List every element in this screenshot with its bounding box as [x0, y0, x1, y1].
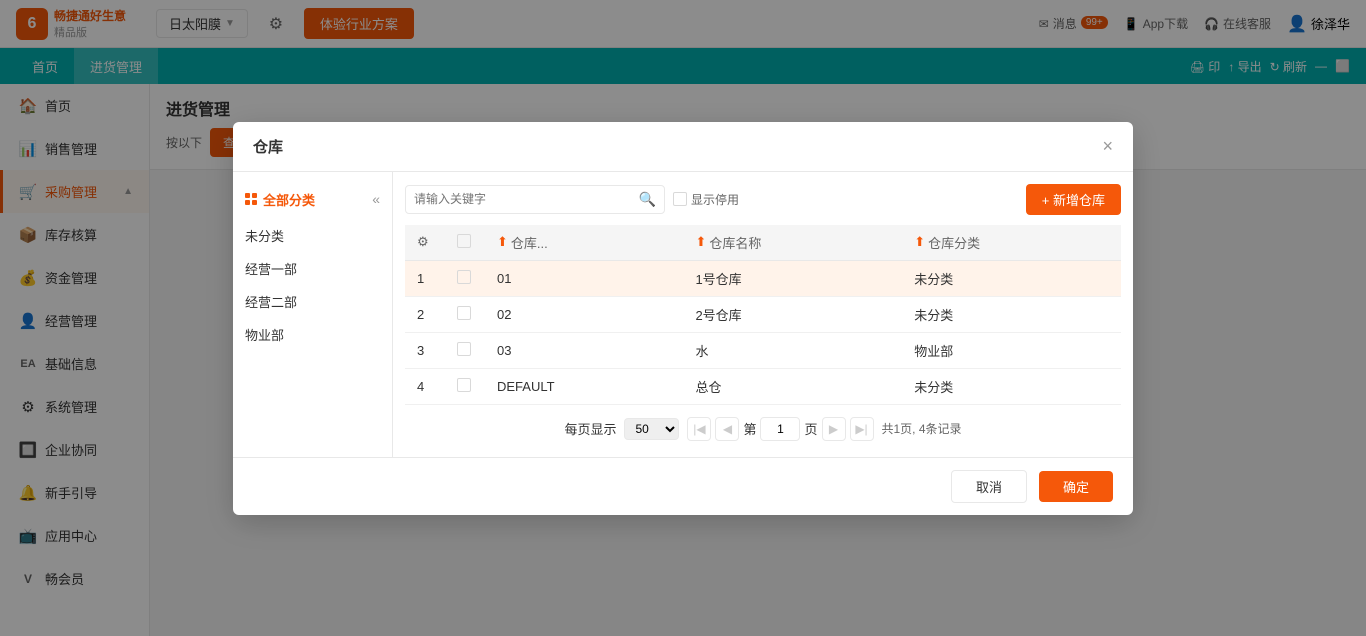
th-name: ⬆ 仓库名称	[683, 225, 902, 261]
table-body: 1 01 1号仓库 未分类 2 02 2号仓库 未分类 3 03 水 物业部 4…	[405, 260, 1121, 404]
table-row[interactable]: 1 01 1号仓库 未分类	[405, 260, 1121, 296]
page-navigation: |◀ ◀ 第 页 ▶ ▶|	[687, 417, 873, 441]
next-page-button[interactable]: ▶	[822, 417, 846, 441]
sort-icon: ⬆	[497, 234, 508, 250]
sort-icon-cat: ⬆	[914, 234, 925, 250]
row-name: 水	[683, 332, 902, 368]
category-item-unclassified[interactable]: 未分类	[233, 219, 392, 252]
grid-icon	[245, 193, 257, 205]
row-code: 01	[485, 260, 683, 296]
row-name: 1号仓库	[683, 260, 902, 296]
row-code: DEFAULT	[485, 368, 683, 404]
warehouse-table: ⚙ ⬆ 仓库...	[405, 225, 1121, 405]
warehouse-modal: 仓库 × 全部分类 « 未分类 经营一部 经营二部 物业部	[233, 122, 1133, 515]
modal-footer: 取消 确定	[233, 457, 1133, 515]
table-row[interactable]: 3 03 水 物业部	[405, 332, 1121, 368]
table-row[interactable]: 4 DEFAULT 总仓 未分类	[405, 368, 1121, 404]
modal-body: 全部分类 « 未分类 经营一部 经营二部 物业部 🔍	[233, 172, 1133, 457]
category-item-ops1[interactable]: 经营一部	[233, 252, 392, 285]
settings-icon: ⚙	[417, 234, 429, 249]
category-item-property[interactable]: 物业部	[233, 318, 392, 351]
row-category: 未分类	[902, 260, 1121, 296]
all-category-item[interactable]: 全部分类	[245, 190, 315, 209]
collapse-icon[interactable]: «	[372, 191, 380, 207]
row-category: 未分类	[902, 296, 1121, 332]
show-disabled-checkbox[interactable]	[673, 192, 687, 206]
first-page-button[interactable]: |◀	[687, 417, 711, 441]
table-header: ⚙ ⬆ 仓库...	[405, 225, 1121, 261]
prev-page-button[interactable]: ◀	[715, 417, 739, 441]
row-checkbox[interactable]	[445, 296, 485, 332]
modal-header: 仓库 ×	[233, 122, 1133, 172]
select-all-checkbox[interactable]	[457, 234, 471, 248]
th-code: ⬆ 仓库...	[485, 225, 683, 261]
row-category: 未分类	[902, 368, 1121, 404]
cancel-button[interactable]: 取消	[951, 470, 1027, 503]
row-index: 4	[405, 368, 445, 404]
add-warehouse-button[interactable]: + 新增仓库	[1026, 184, 1121, 215]
per-page-select[interactable]: 50 20 100	[624, 418, 679, 440]
modal-overlay: 仓库 × 全部分类 « 未分类 经营一部 经营二部 物业部	[0, 0, 1366, 636]
table-container: ⚙ ⬆ 仓库...	[405, 225, 1121, 405]
confirm-button[interactable]: 确定	[1039, 471, 1113, 502]
per-page-dropdown[interactable]: 50 20 100	[624, 418, 679, 440]
th-checkbox	[445, 225, 485, 261]
th-settings: ⚙	[405, 225, 445, 261]
row-category: 物业部	[902, 332, 1121, 368]
modal-close-button[interactable]: ×	[1102, 136, 1113, 157]
row-name: 2号仓库	[683, 296, 902, 332]
table-panel: 🔍 显示停用 + 新增仓库 ⚙	[393, 172, 1133, 457]
row-index: 3	[405, 332, 445, 368]
category-panel: 全部分类 « 未分类 经营一部 经营二部 物业部	[233, 172, 393, 457]
row-checkbox[interactable]	[445, 368, 485, 404]
category-item-ops2[interactable]: 经营二部	[233, 285, 392, 318]
row-name: 总仓	[683, 368, 902, 404]
search-box: 🔍	[405, 185, 665, 214]
search-input[interactable]	[414, 192, 639, 206]
pagination: 每页显示 50 20 100 |◀ ◀ 第 页 ▶	[405, 405, 1121, 445]
category-header: 全部分类 «	[233, 184, 392, 219]
modal-title: 仓库	[253, 136, 283, 157]
table-toolbar: 🔍 显示停用 + 新增仓库	[405, 184, 1121, 215]
row-code: 02	[485, 296, 683, 332]
show-disabled-label[interactable]: 显示停用	[673, 191, 739, 208]
last-page-button[interactable]: ▶|	[850, 417, 874, 441]
row-code: 03	[485, 332, 683, 368]
page-number-input[interactable]	[760, 417, 800, 441]
row-checkbox[interactable]	[445, 332, 485, 368]
row-checkbox[interactable]	[445, 260, 485, 296]
total-info: 共1页, 4条记录	[882, 420, 962, 437]
row-index: 2	[405, 296, 445, 332]
table-row[interactable]: 2 02 2号仓库 未分类	[405, 296, 1121, 332]
search-icon: 🔍	[639, 191, 656, 208]
row-index: 1	[405, 260, 445, 296]
sort-icon-name: ⬆	[695, 234, 706, 250]
th-category: ⬆ 仓库分类	[902, 225, 1121, 261]
